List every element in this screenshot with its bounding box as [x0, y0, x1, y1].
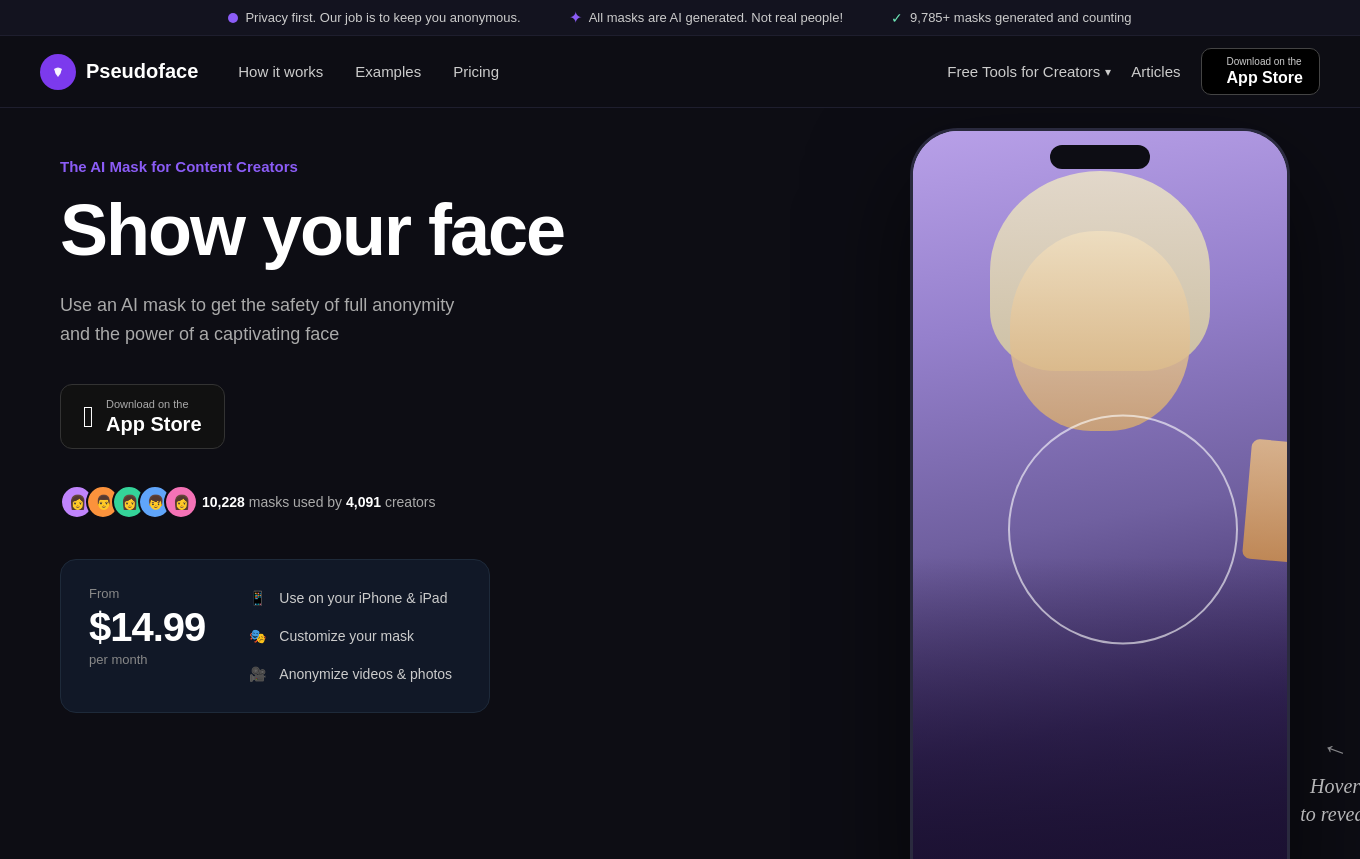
hero-appstore-text-block: Download on the App Store: [106, 397, 202, 435]
social-proof-text: 10,228 masks used by 4,091 creators: [202, 494, 436, 510]
feature-anonymize-text: Anonymize videos & photos: [279, 666, 452, 682]
topbar-item-privacy: Privacy first. Our job is to keep you an…: [228, 10, 520, 25]
price-section: From $14.99 per month: [89, 586, 205, 686]
social-proof: 👩 👨 👩 👦 👩 10,228 masks used by 4,091 cre…: [60, 485, 564, 519]
feature-anonymize: 🎥 Anonymize videos & photos: [245, 662, 452, 686]
hero-section: The AI Mask for Content Creators Show yo…: [0, 108, 1360, 859]
apple-icon-large: : [83, 402, 94, 432]
mask-icon: 🎭: [245, 624, 269, 648]
nav-appstore-top-label: Download on the: [1227, 56, 1303, 68]
video-icon: 🎥: [245, 662, 269, 686]
feature-iphone: 📱 Use on your iPhone & iPad: [245, 586, 452, 610]
logo-icon: [40, 54, 76, 90]
nav-examples[interactable]: Examples: [355, 63, 421, 80]
hero-appstore-main-label: App Store: [106, 412, 202, 436]
navbar: Pseudoface How it works Examples Pricing…: [0, 36, 1360, 108]
hero-phone-area: ← Hover to reveal: [880, 128, 1360, 859]
hover-arrow-icon: ←: [1296, 718, 1360, 779]
iphone-icon: 📱: [245, 586, 269, 610]
creators-count: 4,091: [346, 494, 381, 510]
logo-text: Pseudoface: [86, 60, 198, 83]
avatar-5: 👩: [164, 485, 198, 519]
nav-appstore-main-label: App Store: [1227, 68, 1303, 87]
feature-iphone-text: Use on your iPhone & iPad: [279, 590, 447, 606]
nav-articles-link[interactable]: Articles: [1131, 63, 1180, 80]
nav-how-it-works[interactable]: How it works: [238, 63, 323, 80]
hero-subtitle-line1: Use an AI mask to get the safety of full…: [60, 295, 454, 315]
nav-pricing[interactable]: Pricing: [453, 63, 499, 80]
hover-line1: Hover: [1310, 775, 1360, 797]
pricing-card: From $14.99 per month 📱 Use on your iPho…: [60, 559, 490, 713]
price-amount: $14.99: [89, 605, 205, 650]
sparkle-icon: ✦: [569, 8, 582, 27]
hero-subtitle-line2: and the power of a captivating face: [60, 324, 339, 344]
topbar-ai-text: All masks are AI generated. Not real peo…: [589, 10, 843, 25]
topbar-privacy-text: Privacy first. Our job is to keep you an…: [245, 10, 520, 25]
nav-links: How it works Examples Pricing: [238, 63, 499, 81]
features-list: 📱 Use on your iPhone & iPad 🎭 Customize …: [245, 586, 452, 686]
phone-notch: [1050, 145, 1150, 169]
nav-right: Free Tools for Creators ▾ Articles Downl…: [947, 48, 1320, 95]
hover-annotation: ← Hover to reveal: [1300, 729, 1360, 828]
nav-appstore-button[interactable]: Download on the App Store: [1201, 48, 1320, 95]
chevron-down-icon: ▾: [1105, 65, 1111, 79]
hero-appstore-button[interactable]:  Download on the App Store: [60, 384, 225, 448]
hero-content: The AI Mask for Content Creators Show yo…: [60, 158, 564, 828]
nav-tools-label: Free Tools for Creators: [947, 63, 1100, 80]
face-circle-overlay: [1008, 415, 1238, 645]
check-icon: ✓: [891, 10, 903, 26]
svg-point-1: [55, 69, 61, 75]
avatars-group: 👩 👨 👩 👦 👩: [60, 485, 190, 519]
topbar-count-text: 9,785+ masks generated and counting: [910, 10, 1132, 25]
feature-customize: 🎭 Customize your mask: [245, 624, 452, 648]
nav-tools-dropdown[interactable]: Free Tools for Creators ▾: [947, 63, 1111, 80]
feature-customize-text: Customize your mask: [279, 628, 414, 644]
price-period: per month: [89, 652, 205, 667]
hero-tag: The AI Mask for Content Creators: [60, 158, 564, 175]
privacy-dot-icon: [228, 13, 238, 23]
topbar-item-count: ✓ 9,785+ masks generated and counting: [891, 10, 1132, 26]
hover-line2: to reveal: [1300, 803, 1360, 825]
face-shape: [1010, 231, 1190, 431]
price-from-label: From: [89, 586, 205, 601]
logo-link[interactable]: Pseudoface: [40, 54, 198, 90]
hero-subtitle: Use an AI mask to get the safety of full…: [60, 291, 540, 349]
topbar-item-ai: ✦ All masks are AI generated. Not real p…: [569, 8, 843, 27]
masks-count: 10,228: [202, 494, 245, 510]
nav-left: Pseudoface How it works Examples Pricing: [40, 54, 499, 90]
hero-appstore-top-label: Download on the: [106, 397, 202, 411]
hero-title: Show your face: [60, 193, 564, 269]
nav-appstore-text: Download on the App Store: [1227, 56, 1303, 87]
topbar: Privacy first. Our job is to keep you an…: [0, 0, 1360, 36]
masks-label: masks used by: [249, 494, 342, 510]
creators-label: creators: [385, 494, 436, 510]
phone-screen: [913, 131, 1287, 859]
phone-mockup: [910, 128, 1290, 859]
